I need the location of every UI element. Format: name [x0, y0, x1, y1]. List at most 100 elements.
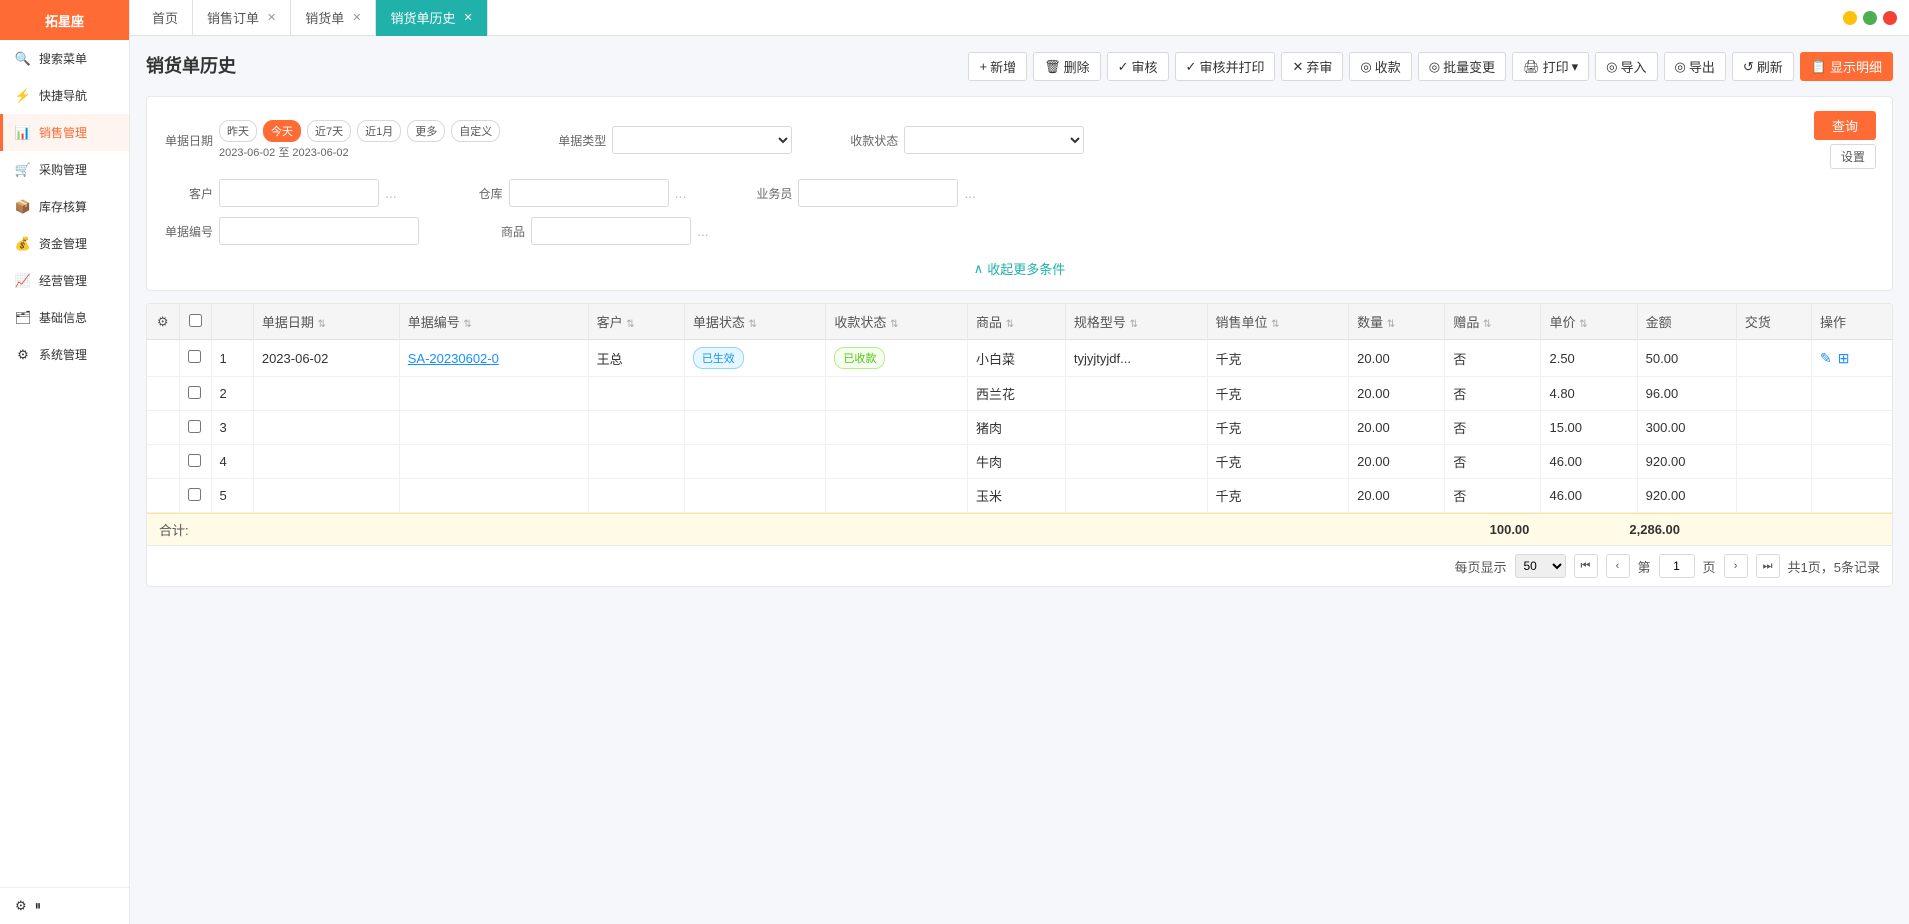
customer-label: 客户 — [163, 185, 213, 202]
copy-icon[interactable]: ⊞ — [1838, 350, 1850, 367]
dropdown-arrow-icon: ▾ — [1572, 59, 1579, 75]
sidebar-item-search-menu[interactable]: 🔍 搜索菜单 — [0, 40, 129, 77]
customer-input[interactable] — [219, 179, 379, 207]
last-page-button[interactable]: ⏭ — [1756, 554, 1780, 578]
th-collect-status[interactable]: 收款状态 ⇅ — [826, 304, 968, 340]
td-check[interactable] — [179, 479, 211, 513]
table-row: 12023-06-02SA-20230602-0王总已生效已收款小白菜tyjyj… — [147, 340, 1892, 377]
th-settings[interactable]: ⚙ — [147, 304, 179, 340]
th-amount[interactable]: 金额 — [1637, 304, 1736, 340]
maximize-button[interactable] — [1863, 11, 1877, 25]
filter-row-3: 单据编号 商品 ... — [163, 217, 1876, 245]
tab-sales-history[interactable]: 销货单历史 ✕ — [376, 0, 487, 36]
td-check[interactable] — [179, 377, 211, 411]
tab-close-sales-order[interactable]: ✕ — [267, 11, 276, 24]
sidebar-item-ops-mgmt[interactable]: 📈 经营管理 — [0, 262, 129, 299]
date-btn-custom[interactable]: 自定义 — [451, 120, 500, 142]
per-page-select[interactable]: 50 10 20 100 — [1515, 554, 1566, 578]
th-unit-price[interactable]: 单价 ⇅ — [1541, 304, 1637, 340]
minimize-button[interactable] — [1843, 11, 1857, 25]
td-delivery — [1736, 340, 1811, 377]
refresh-button[interactable]: ↺ 刷新 — [1732, 52, 1794, 81]
export-button[interactable]: ◎ 导出 — [1664, 52, 1726, 81]
sidebar-item-finance-mgmt[interactable]: 💰 资金管理 — [0, 225, 129, 262]
sidebar-item-inventory[interactable]: 📦 库存核算 — [0, 188, 129, 225]
select-all-checkbox[interactable] — [189, 314, 202, 327]
th-gift[interactable]: 赠品 ⇅ — [1445, 304, 1541, 340]
tab-close-sales-delivery[interactable]: ✕ — [352, 11, 361, 24]
th-customer[interactable]: 客户 ⇅ — [588, 304, 684, 340]
customer-dots[interactable]: ... — [385, 185, 397, 201]
warehouse-input[interactable] — [509, 179, 669, 207]
first-page-button[interactable]: ⏮ — [1574, 554, 1598, 578]
th-doc-no[interactable]: 单据编号 ⇅ — [399, 304, 588, 340]
th-sales-unit[interactable]: 销售单位 ⇅ — [1207, 304, 1349, 340]
batch-change-button[interactable]: ◎ 批量变更 — [1418, 52, 1506, 81]
product-dots[interactable]: ... — [697, 223, 709, 239]
row-checkbox[interactable] — [188, 420, 201, 433]
th-doc-date[interactable]: 单据日期 ⇅ — [253, 304, 399, 340]
td-doc-no[interactable]: SA-20230602-0 — [399, 340, 588, 377]
doc-type-select[interactable] — [612, 126, 792, 154]
row-checkbox[interactable] — [188, 350, 201, 363]
td-row-num: 1 — [211, 340, 253, 377]
page-number-input[interactable] — [1659, 554, 1695, 578]
collect-button[interactable]: ◎ 收款 — [1349, 52, 1411, 81]
search-icon: 🔍 — [15, 51, 31, 67]
staff-input[interactable] — [798, 179, 958, 207]
row-checkbox[interactable] — [188, 386, 201, 399]
row-checkbox[interactable] — [188, 488, 201, 501]
new-button[interactable]: + 新增 — [968, 52, 1027, 81]
sidebar-item-label: 经营管理 — [39, 272, 87, 289]
date-btn-yesterday[interactable]: 昨天 — [219, 120, 257, 142]
delete-button[interactable]: 🗑 删除 — [1033, 52, 1101, 81]
next-page-button[interactable]: › — [1724, 554, 1748, 578]
sidebar-bottom-icon1[interactable]: ⚙ ⏸ — [0, 888, 129, 924]
td-doc-status — [684, 445, 826, 479]
tab-sales-order[interactable]: 销售订单 ✕ — [193, 0, 291, 36]
settings-button[interactable]: 设置 — [1830, 144, 1876, 169]
doc-no-link[interactable]: SA-20230602-0 — [408, 351, 499, 366]
th-spec[interactable]: 规格型号 ⇅ — [1065, 304, 1207, 340]
td-check[interactable] — [179, 445, 211, 479]
row-checkbox[interactable] — [188, 454, 201, 467]
date-btn-last1month[interactable]: 近1月 — [357, 120, 401, 142]
doc-no-input[interactable] — [219, 217, 419, 245]
print-button[interactable]: 🖨 打印 ▾ — [1512, 52, 1589, 81]
date-btn-more[interactable]: 更多 — [407, 120, 445, 142]
show-detail-button[interactable]: 📋 显示明细 — [1800, 52, 1893, 81]
close-button[interactable] — [1883, 11, 1897, 25]
sidebar-item-quick-nav[interactable]: ⚡ 快捷导航 — [0, 77, 129, 114]
td-customer — [588, 479, 684, 513]
collect-status-select[interactable] — [904, 126, 1084, 154]
th-quantity[interactable]: 数量 ⇅ — [1349, 304, 1445, 340]
prev-page-button[interactable]: ‹ — [1606, 554, 1630, 578]
sidebar-item-sales-mgmt[interactable]: 📊 销售管理 — [0, 114, 129, 151]
td-check[interactable] — [179, 340, 211, 377]
import-button[interactable]: ◎ 导入 — [1595, 52, 1657, 81]
td-quantity: 20.00 — [1349, 377, 1445, 411]
tab-home[interactable]: 首页 — [138, 0, 193, 36]
sidebar-item-purchase-mgmt[interactable]: 🛒 采购管理 — [0, 151, 129, 188]
collapse-filter[interactable]: ∧ 收起更多条件 — [163, 255, 1876, 282]
warehouse-dots[interactable]: ... — [675, 185, 687, 201]
tab-close-sales-history[interactable]: ✕ — [464, 11, 473, 24]
sidebar-item-sys-mgmt[interactable]: ⚙ 系统管理 — [0, 336, 129, 373]
sidebar-item-basic-info[interactable]: 🗂 基础信息 — [0, 299, 129, 336]
tab-sales-delivery[interactable]: 销货单 ✕ — [291, 0, 376, 36]
abandon-button[interactable]: ✕ 弃审 — [1281, 52, 1343, 81]
edit-icon[interactable]: ✎ — [1820, 350, 1832, 367]
date-btn-last7days[interactable]: 近7天 — [307, 120, 351, 142]
action-icons: ✎ ⊞ — [1820, 350, 1884, 367]
td-doc-status: 已生效 — [684, 340, 826, 377]
audit-print-button[interactable]: ✓ 审核并打印 — [1175, 52, 1276, 81]
audit-button[interactable]: ✓ 审核 — [1107, 52, 1169, 81]
date-btn-today[interactable]: 今天 — [263, 120, 301, 142]
td-sales-unit: 千克 — [1207, 340, 1349, 377]
query-button[interactable]: 查询 — [1814, 111, 1876, 140]
td-check[interactable] — [179, 411, 211, 445]
th-doc-status[interactable]: 单据状态 ⇅ — [684, 304, 826, 340]
th-product[interactable]: 商品 ⇅ — [968, 304, 1066, 340]
staff-dots[interactable]: ... — [964, 185, 976, 201]
product-input[interactable] — [531, 217, 691, 245]
